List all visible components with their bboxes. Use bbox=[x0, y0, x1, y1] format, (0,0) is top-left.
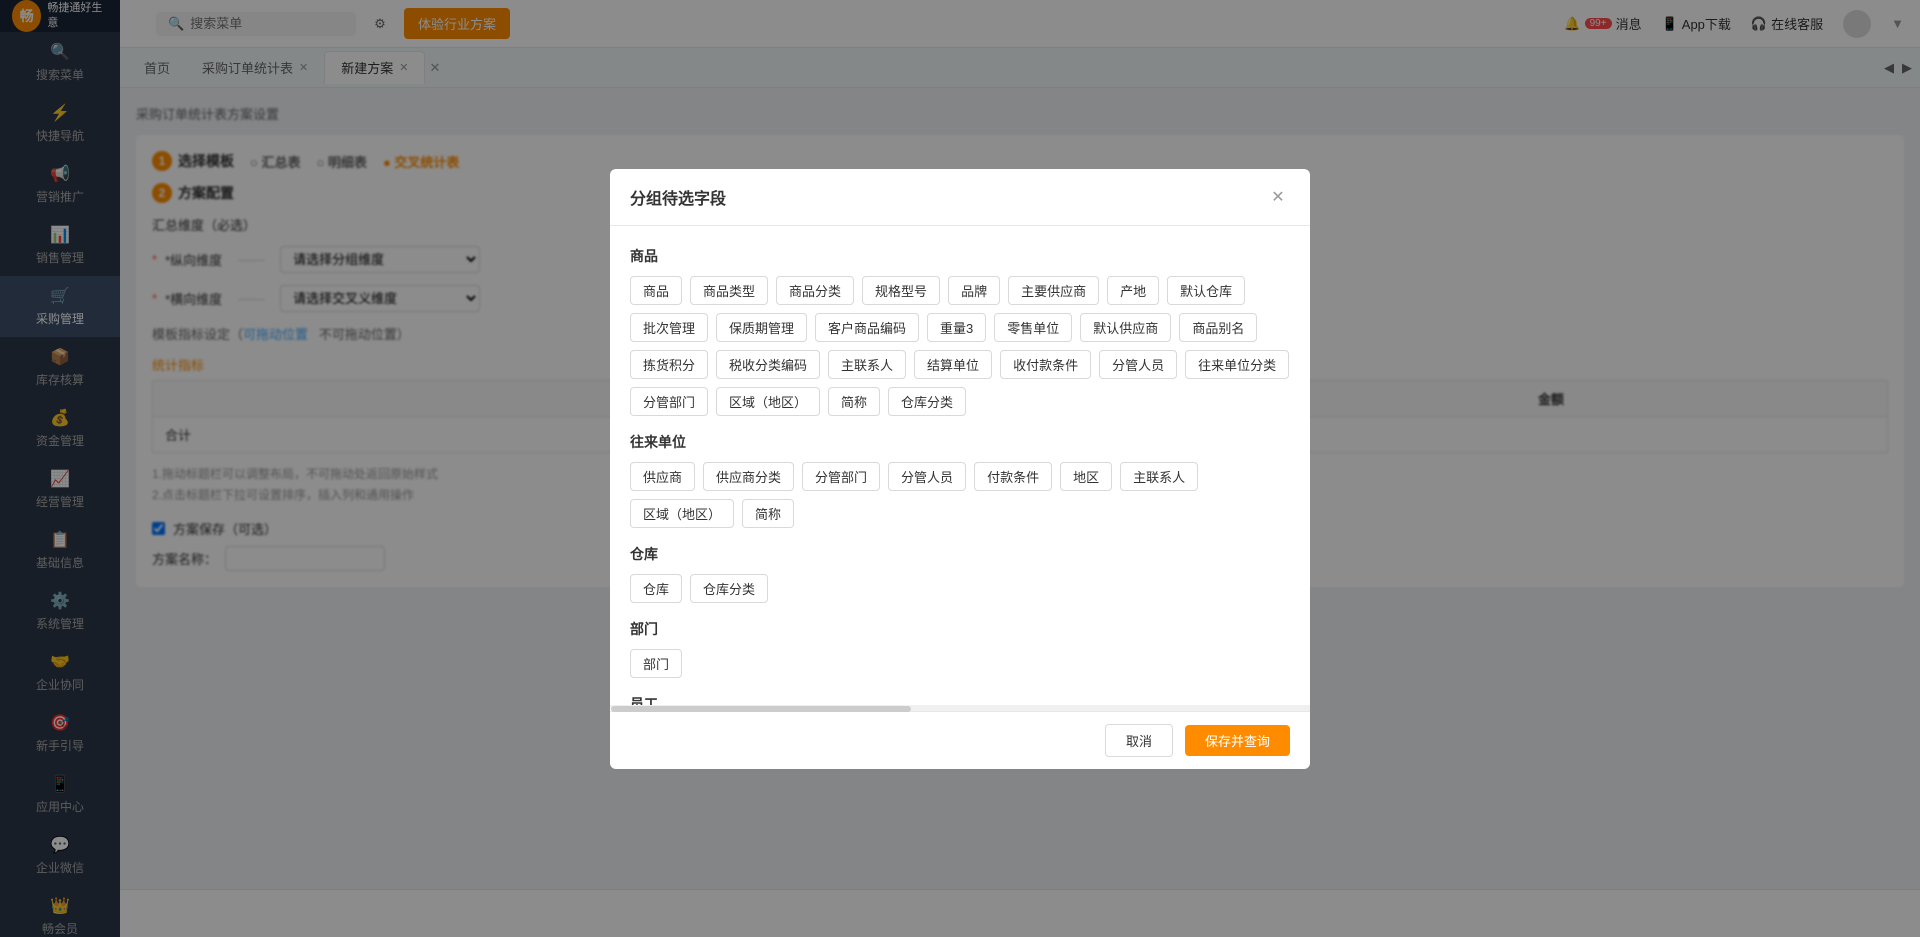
field-tag-0-11[interactable]: 重量3 bbox=[927, 313, 986, 342]
field-tag-0-4[interactable]: 品牌 bbox=[948, 276, 1000, 305]
modal-header: 分组待选字段 ✕ bbox=[610, 169, 1310, 226]
modal-close-button[interactable]: ✕ bbox=[1266, 185, 1290, 209]
field-tag-0-3[interactable]: 规格型号 bbox=[862, 276, 940, 305]
field-tag-0-16[interactable]: 税收分类编码 bbox=[716, 350, 820, 379]
field-grid-1: 供应商供应商分类分管部门分管人员付款条件地区主联系人区域（地区） 简称 bbox=[630, 462, 1290, 528]
field-tag-0-24[interactable]: 简称 bbox=[828, 387, 880, 416]
field-tag-2-0[interactable]: 仓库 bbox=[630, 574, 682, 603]
field-tag-0-13[interactable]: 默认供应商 bbox=[1080, 313, 1171, 342]
field-tag-0-21[interactable]: 往来单位分类 bbox=[1185, 350, 1289, 379]
field-tag-0-15[interactable]: 拣货积分 bbox=[630, 350, 708, 379]
field-tag-0-8[interactable]: 批次管理 bbox=[630, 313, 708, 342]
modal-title: 分组待选字段 bbox=[630, 185, 726, 209]
field-tag-0-6[interactable]: 产地 bbox=[1107, 276, 1159, 305]
section-title-0: 商品 bbox=[630, 246, 1290, 266]
field-tag-0-7[interactable]: 默认仓库 bbox=[1167, 276, 1245, 305]
field-grid-0: 商品商品类型商品分类规格型号品牌主要供应商产地默认仓库批次管理保质期管理客户商品… bbox=[630, 276, 1290, 416]
field-tag-0-23[interactable]: 区域（地区） bbox=[716, 387, 820, 416]
field-tag-1-3[interactable]: 分管人员 bbox=[888, 462, 966, 491]
modal-hscroll-thumb bbox=[611, 706, 911, 712]
field-tag-1-6[interactable]: 主联系人 bbox=[1120, 462, 1198, 491]
modal-footer: 取消 保存并查询 bbox=[610, 711, 1310, 769]
field-grid-3: 部门 bbox=[630, 649, 1290, 678]
section-title-2: 仓库 bbox=[630, 544, 1290, 564]
modal-dialog: 分组待选字段 ✕ 商品商品商品类型商品分类规格型号品牌主要供应商产地默认仓库批次… bbox=[610, 169, 1310, 769]
field-tag-1-0[interactable]: 供应商 bbox=[630, 462, 695, 491]
field-tag-0-14[interactable]: 商品别名 bbox=[1179, 313, 1257, 342]
field-tag-1-7[interactable]: 区域（地区） bbox=[630, 499, 734, 528]
field-tag-2-1[interactable]: 仓库分类 bbox=[690, 574, 768, 603]
field-tag-0-22[interactable]: 分管部门 bbox=[630, 387, 708, 416]
field-tag-0-2[interactable]: 商品分类 bbox=[776, 276, 854, 305]
field-tag-0-0[interactable]: 商品 bbox=[630, 276, 682, 305]
field-grid-2: 仓库仓库分类 bbox=[630, 574, 1290, 603]
modal-overlay: 分组待选字段 ✕ 商品商品商品类型商品分类规格型号品牌主要供应商产地默认仓库批次… bbox=[0, 0, 1920, 937]
section-title-4: 员工 bbox=[630, 694, 1290, 705]
confirm-button[interactable]: 保存并查询 bbox=[1185, 725, 1290, 756]
field-tag-0-20[interactable]: 分管人员 bbox=[1099, 350, 1177, 379]
field-tag-0-10[interactable]: 客户商品编码 bbox=[815, 313, 919, 342]
field-tag-1-1[interactable]: 供应商分类 bbox=[703, 462, 794, 491]
field-tag-0-19[interactable]: 收付款条件 bbox=[1000, 350, 1091, 379]
field-tag-0-18[interactable]: 结算单位 bbox=[914, 350, 992, 379]
field-tag-0-17[interactable]: 主联系人 bbox=[828, 350, 906, 379]
field-tag-1-5[interactable]: 地区 bbox=[1060, 462, 1112, 491]
section-title-1: 往来单位 bbox=[630, 432, 1290, 452]
field-tag-1-8[interactable]: 简称 bbox=[742, 499, 794, 528]
modal-body: 商品商品商品类型商品分类规格型号品牌主要供应商产地默认仓库批次管理保质期管理客户… bbox=[610, 226, 1310, 705]
modal-hscrollbar[interactable] bbox=[610, 705, 1310, 711]
cancel-button[interactable]: 取消 bbox=[1105, 724, 1173, 757]
section-title-3: 部门 bbox=[630, 619, 1290, 639]
field-tag-0-25[interactable]: 仓库分类 bbox=[888, 387, 966, 416]
field-tag-0-9[interactable]: 保质期管理 bbox=[716, 313, 807, 342]
field-tag-0-5[interactable]: 主要供应商 bbox=[1008, 276, 1099, 305]
field-tag-0-1[interactable]: 商品类型 bbox=[690, 276, 768, 305]
field-tag-1-2[interactable]: 分管部门 bbox=[802, 462, 880, 491]
field-tag-0-12[interactable]: 零售单位 bbox=[994, 313, 1072, 342]
field-tag-3-0[interactable]: 部门 bbox=[630, 649, 682, 678]
field-tag-1-4[interactable]: 付款条件 bbox=[974, 462, 1052, 491]
